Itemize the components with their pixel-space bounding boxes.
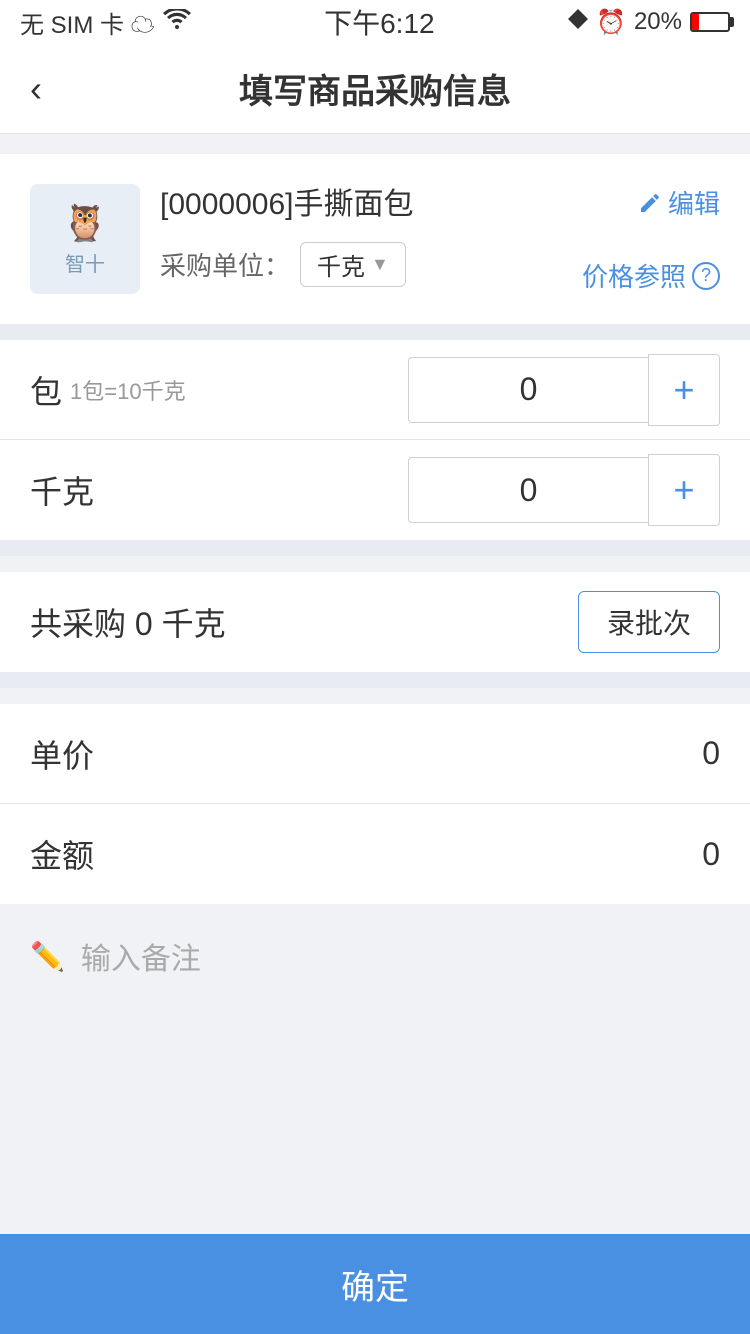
total-label: 共采购 0 千克 [30,599,226,645]
dropdown-arrow-icon: ▼ [371,254,389,275]
price-section: 单价 0 金额 0 [0,704,750,904]
unit-price-value: 0 [702,735,720,772]
note-section[interactable]: ✏️ 输入备注 [0,906,750,1006]
divider-2 [0,540,750,556]
kg-input-row: 千克 0 + [0,440,750,540]
product-thumbnail: 🦉 智十 [30,184,140,294]
total-section: 共采购 0 千克 录批次 [0,572,750,672]
page-title: 填写商品采购信息 [239,64,511,113]
nav-bar: ‹ 填写商品采购信息 [0,44,750,134]
alarm-icon: ⏰ [596,8,626,37]
location-icon [568,8,588,36]
note-placeholder: 输入备注 [81,934,201,978]
batch-button[interactable]: 录批次 [578,591,720,653]
edit-button[interactable]: 编辑 [638,184,720,221]
kg-number-input[interactable]: 0 [408,457,648,523]
unit-select[interactable]: 千克 ▼ [300,242,406,287]
kg-label: 千克 [30,467,94,513]
amount-value: 0 [702,836,720,873]
bag-value: 0 [520,371,538,408]
status-left: 无 SIM 卡 ☁ [20,5,191,40]
product-name: [0000006]手撕面包 [160,184,720,226]
bag-label: 包 [30,367,62,413]
unit-price-label: 单价 [30,731,702,777]
amount-label: 金额 [30,831,702,877]
product-card: 🦉 智十 [0000006]手撕面包 采购单位： 千克 ▼ 编辑 价格参照 ? [0,154,750,324]
unit-price-row: 单价 0 [0,704,750,804]
status-time: 下午6:12 [324,2,435,42]
battery-percent: 20% [634,8,682,36]
price-ref-button[interactable]: 价格参照 ? [582,257,720,294]
kg-plus-button[interactable]: + [648,454,720,526]
kg-value: 0 [520,472,538,509]
edit-label: 编辑 [668,184,720,221]
bag-sub-label: 1包=10千克 [70,374,186,406]
bag-number-input[interactable]: 0 [408,357,648,423]
unit-label: 采购单位： [160,246,290,283]
battery-icon [690,12,730,32]
product-thumb-label: 智十 [65,248,105,277]
wifi-icon [163,8,191,36]
bag-input-row: 包 1包=10千克 0 + [0,340,750,440]
total-row: 共采购 0 千克 录批次 [0,572,750,672]
product-thumb-owl: 🦉 [63,202,108,244]
unit-value: 千克 [317,247,365,282]
sim-status: 无 SIM 卡 ☁ [20,5,155,40]
price-ref-label: 价格参照 [582,257,686,294]
confirm-button[interactable]: 确定 [0,1234,750,1334]
amount-row: 金额 0 [0,804,750,904]
divider-1 [0,324,750,340]
pencil-icon: ✏️ [30,940,65,973]
back-button[interactable]: ‹ [30,68,42,110]
info-icon: ? [692,262,720,290]
input-section: 包 1包=10千克 0 + 千克 0 + [0,340,750,540]
status-bar: 无 SIM 卡 ☁ 下午6:12 ⏰ 20% [0,0,750,44]
divider-3 [0,672,750,688]
status-right: ⏰ 20% [568,8,730,37]
bag-plus-button[interactable]: + [648,354,720,426]
